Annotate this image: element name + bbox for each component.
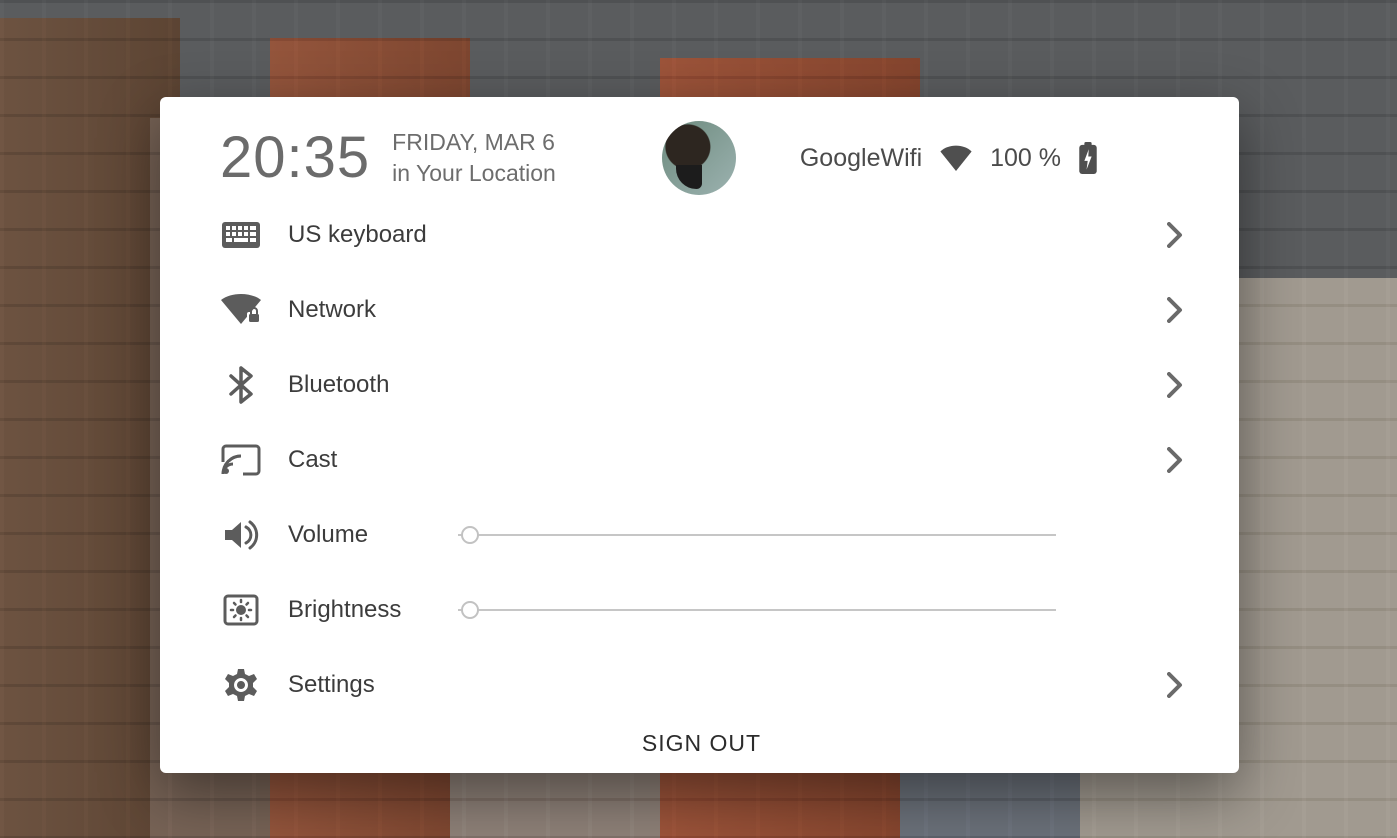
volume-slider[interactable]: [458, 523, 1056, 547]
row-bluetooth[interactable]: Bluetooth: [220, 347, 1183, 422]
bluetooth-icon: [220, 366, 262, 404]
chevron-right-icon: [1167, 222, 1183, 248]
status-area: GoogleWifi 100 %: [800, 142, 1097, 174]
row-keyboard[interactable]: US keyboard: [220, 197, 1183, 272]
wifi-name: GoogleWifi: [800, 144, 922, 173]
row-cast[interactable]: Cast: [220, 422, 1183, 497]
cast-icon: [220, 444, 262, 476]
clock-time: 20:35: [220, 129, 370, 187]
system-tray-panel: 20:35 FRIDAY, MAR 6 in Your Location Goo…: [160, 97, 1239, 773]
row-label: Volume: [288, 521, 444, 549]
location-line: in Your Location: [392, 158, 556, 189]
row-label: Cast: [288, 446, 444, 474]
clock-date: FRIDAY, MAR 6 in Your Location: [392, 127, 556, 189]
chevron-right-icon: [1167, 672, 1183, 698]
row-brightness: Brightness: [220, 572, 1183, 647]
date-line: FRIDAY, MAR 6: [392, 127, 556, 158]
battery-percent: 100 %: [990, 144, 1061, 173]
battery-charging-icon: [1079, 142, 1097, 174]
brightness-slider[interactable]: [458, 598, 1056, 622]
panel-header: 20:35 FRIDAY, MAR 6 in Your Location Goo…: [220, 121, 1183, 195]
wifi-icon: [940, 145, 972, 171]
chevron-right-icon: [1167, 447, 1183, 473]
avatar[interactable]: [662, 121, 736, 195]
row-label: US keyboard: [288, 221, 444, 249]
row-label: Network: [288, 296, 444, 324]
wifi-lock-icon: [220, 294, 262, 326]
volume-icon: [220, 519, 262, 551]
sign-out-button[interactable]: SIGN OUT: [220, 722, 1183, 779]
chevron-right-icon: [1167, 372, 1183, 398]
chevron-right-icon: [1167, 297, 1183, 323]
row-label: Bluetooth: [288, 371, 444, 399]
keyboard-icon: [220, 222, 262, 248]
row-network[interactable]: Network: [220, 272, 1183, 347]
row-settings[interactable]: Settings: [220, 647, 1183, 722]
row-label: Settings: [288, 671, 444, 699]
gear-icon: [220, 667, 262, 703]
row-volume: Volume: [220, 497, 1183, 572]
row-label: Brightness: [288, 596, 444, 624]
brightness-icon: [220, 593, 262, 627]
